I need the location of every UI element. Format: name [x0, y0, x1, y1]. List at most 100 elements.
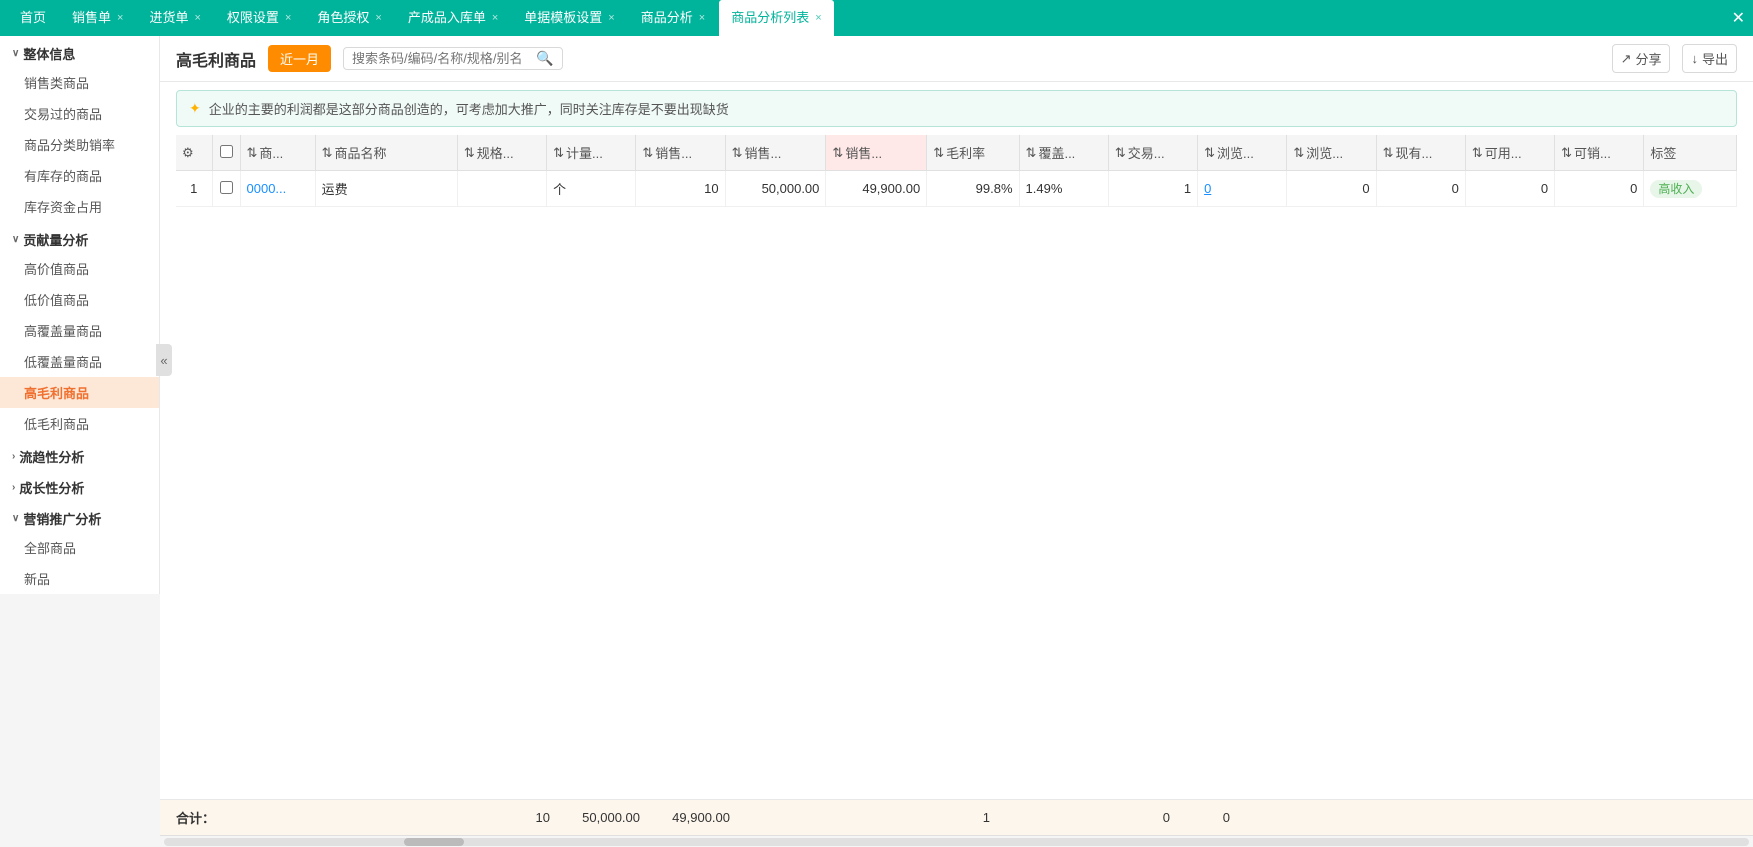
- sidebar-item-high-value[interactable]: 高价值商品: [0, 253, 159, 284]
- sort-icon[interactable]: ⇅: [1383, 145, 1394, 161]
- sort-icon[interactable]: ⇅: [1115, 145, 1126, 161]
- sort-icon[interactable]: ⇅: [553, 145, 564, 161]
- td-code[interactable]: 0000...: [240, 171, 315, 207]
- nav-item-product-in[interactable]: 产成品入库单 ×: [396, 0, 510, 36]
- sort-icon[interactable]: ⇅: [464, 145, 475, 161]
- data-table: ⚙ ⇅ 商...: [176, 135, 1737, 207]
- sidebar-collapse-button[interactable]: «: [156, 344, 172, 376]
- share-button[interactable]: ↗ 分享: [1612, 44, 1671, 73]
- sidebar-item-new-goods[interactable]: 新品: [0, 563, 159, 594]
- sort-icon[interactable]: ⇅: [1293, 145, 1304, 161]
- footer-sales-qty-val: 10: [496, 810, 556, 825]
- table-footer: 合计： 10 50,000.00 49,900.00 1 0 0: [160, 799, 1753, 835]
- th-gross-rate: ⇅ 毛利率: [927, 135, 1019, 171]
- close-icon[interactable]: ×: [194, 0, 200, 36]
- sort-icon[interactable]: ⇅: [1472, 145, 1483, 161]
- sidebar-item-traded-goods[interactable]: 交易过的商品: [0, 98, 159, 129]
- th-sales-qty: ⇅ 销售...: [636, 135, 725, 171]
- nav-item-product-analysis-list[interactable]: 商品分析列表 ×: [719, 0, 833, 36]
- th-trade: ⇅ 交易...: [1108, 135, 1197, 171]
- nav-item-permissions[interactable]: 权限设置 ×: [215, 0, 303, 36]
- sidebar-section-contribution[interactable]: ∨ 贡献量分析: [0, 222, 159, 253]
- scrollbar-thumb[interactable]: [404, 838, 464, 846]
- share-icon: ↗: [1621, 51, 1632, 67]
- th-name: ⇅ 商品名称: [315, 135, 457, 171]
- td-sales-qty: 10: [636, 171, 725, 207]
- header-actions: ↗ 分享 ↓ 导出: [1612, 44, 1737, 73]
- sort-icon[interactable]: ⇅: [732, 145, 743, 161]
- td-browse1[interactable]: 0: [1198, 171, 1287, 207]
- td-saleable: 0: [1555, 171, 1644, 207]
- sidebar-item-all-goods[interactable]: 全部商品: [0, 532, 159, 563]
- close-icon[interactable]: ×: [285, 0, 291, 36]
- td-coverage: 1.49%: [1019, 171, 1108, 207]
- sidebar-item-low-margin[interactable]: 低毛利商品: [0, 408, 159, 439]
- nav-item-sales[interactable]: 销售单 ×: [60, 0, 135, 36]
- chevron-right-icon: ›: [12, 482, 15, 493]
- sidebar-item-sales-goods[interactable]: 销售类商品: [0, 67, 159, 98]
- footer-available-val: 0: [1176, 810, 1236, 825]
- close-icon[interactable]: ×: [117, 0, 123, 36]
- sidebar-section-growth[interactable]: › 成长性分析: [0, 470, 159, 501]
- export-button[interactable]: ↓ 导出: [1682, 44, 1737, 73]
- close-icon[interactable]: ×: [492, 0, 498, 36]
- settings-icon[interactable]: ⚙: [182, 145, 194, 161]
- tip-icon: ✦: [189, 100, 201, 117]
- sidebar-section-trend[interactable]: › 流趋性分析: [0, 439, 159, 470]
- th-tag: 标签: [1644, 135, 1737, 171]
- filter-button[interactable]: 近一月: [268, 45, 331, 72]
- sort-icon[interactable]: ⇅: [1204, 145, 1215, 161]
- chevron-right-icon: ›: [12, 451, 15, 462]
- td-index: 1: [176, 171, 212, 207]
- sort-icon[interactable]: ⇅: [247, 145, 258, 161]
- sidebar-item-high-margin[interactable]: 高毛利商品: [0, 377, 159, 408]
- footer-current-val: 0: [1116, 810, 1176, 825]
- sidebar-item-high-coverage[interactable]: 高覆盖量商品: [0, 315, 159, 346]
- sidebar-item-stock-capital[interactable]: 库存资金占用: [0, 191, 159, 222]
- nav-item-roles[interactable]: 角色授权 ×: [305, 0, 393, 36]
- sidebar-section-overall[interactable]: ∨ 整体信息: [0, 36, 159, 67]
- sidebar-item-in-stock[interactable]: 有库存的商品: [0, 160, 159, 191]
- table-container: ⚙ ⇅ 商...: [160, 135, 1753, 799]
- select-all-checkbox[interactable]: [220, 145, 233, 158]
- nav-item-template[interactable]: 单据模板设置 ×: [512, 0, 626, 36]
- row-checkbox[interactable]: [220, 181, 233, 194]
- sidebar-item-low-value[interactable]: 低价值商品: [0, 284, 159, 315]
- nav-item-purchase[interactable]: 进货单 ×: [137, 0, 212, 36]
- horizontal-scrollbar[interactable]: [160, 835, 1753, 847]
- close-icon[interactable]: ×: [815, 0, 821, 36]
- footer-spacer2: [996, 810, 1116, 825]
- td-sales-amt: 50,000.00: [725, 171, 826, 207]
- sort-icon[interactable]: ⇅: [1026, 145, 1037, 161]
- sort-icon[interactable]: ⇅: [322, 145, 333, 161]
- close-icon[interactable]: ×: [699, 0, 705, 36]
- close-all-button[interactable]: ✕: [1732, 8, 1745, 28]
- main-layout: ∨ 整体信息 销售类商品 交易过的商品 商品分类助销率 有库存的商品 库存资金占…: [0, 36, 1753, 847]
- sort-icon[interactable]: ⇅: [642, 145, 653, 161]
- close-icon[interactable]: ×: [608, 0, 614, 36]
- footer-values: 10 50,000.00 49,900.00 1 0 0: [296, 810, 1737, 825]
- search-box: 🔍: [343, 47, 563, 70]
- nav-item-product-analysis[interactable]: 商品分析 ×: [629, 0, 717, 36]
- sort-icon[interactable]: ⇅: [933, 145, 944, 161]
- search-input[interactable]: [352, 51, 532, 66]
- chevron-down-icon: ∨: [12, 48, 19, 59]
- sidebar-section-marketing[interactable]: ∨ 营销推广分析: [0, 501, 159, 532]
- sort-icon[interactable]: ⇅: [1561, 145, 1572, 161]
- sidebar: ∨ 整体信息 销售类商品 交易过的商品 商品分类助销率 有库存的商品 库存资金占…: [0, 36, 160, 594]
- sort-icon[interactable]: ⇅: [832, 145, 843, 161]
- page-title: 高毛利商品: [176, 47, 256, 71]
- table-header-row: ⚙ ⇅ 商...: [176, 135, 1737, 171]
- th-current: ⇅ 现有...: [1376, 135, 1465, 171]
- chevron-down-icon: ∨: [12, 513, 19, 524]
- top-nav: 首页 销售单 × 进货单 × 权限设置 × 角色授权 × 产成品入库单 × 单据…: [0, 0, 1753, 36]
- tip-text: 企业的主要的利润都是这部分商品创造的，可考虑加大推广，同时关注库存是不要出现缺货: [209, 99, 729, 118]
- td-current: 0: [1376, 171, 1465, 207]
- td-spec: [457, 171, 546, 207]
- close-icon[interactable]: ×: [375, 0, 381, 36]
- sidebar-item-category-rate[interactable]: 商品分类助销率: [0, 129, 159, 160]
- td-available: 0: [1465, 171, 1554, 207]
- nav-item-home[interactable]: 首页: [8, 0, 58, 36]
- th-unit: ⇅ 计量...: [547, 135, 636, 171]
- sidebar-item-low-coverage[interactable]: 低覆盖量商品: [0, 346, 159, 377]
